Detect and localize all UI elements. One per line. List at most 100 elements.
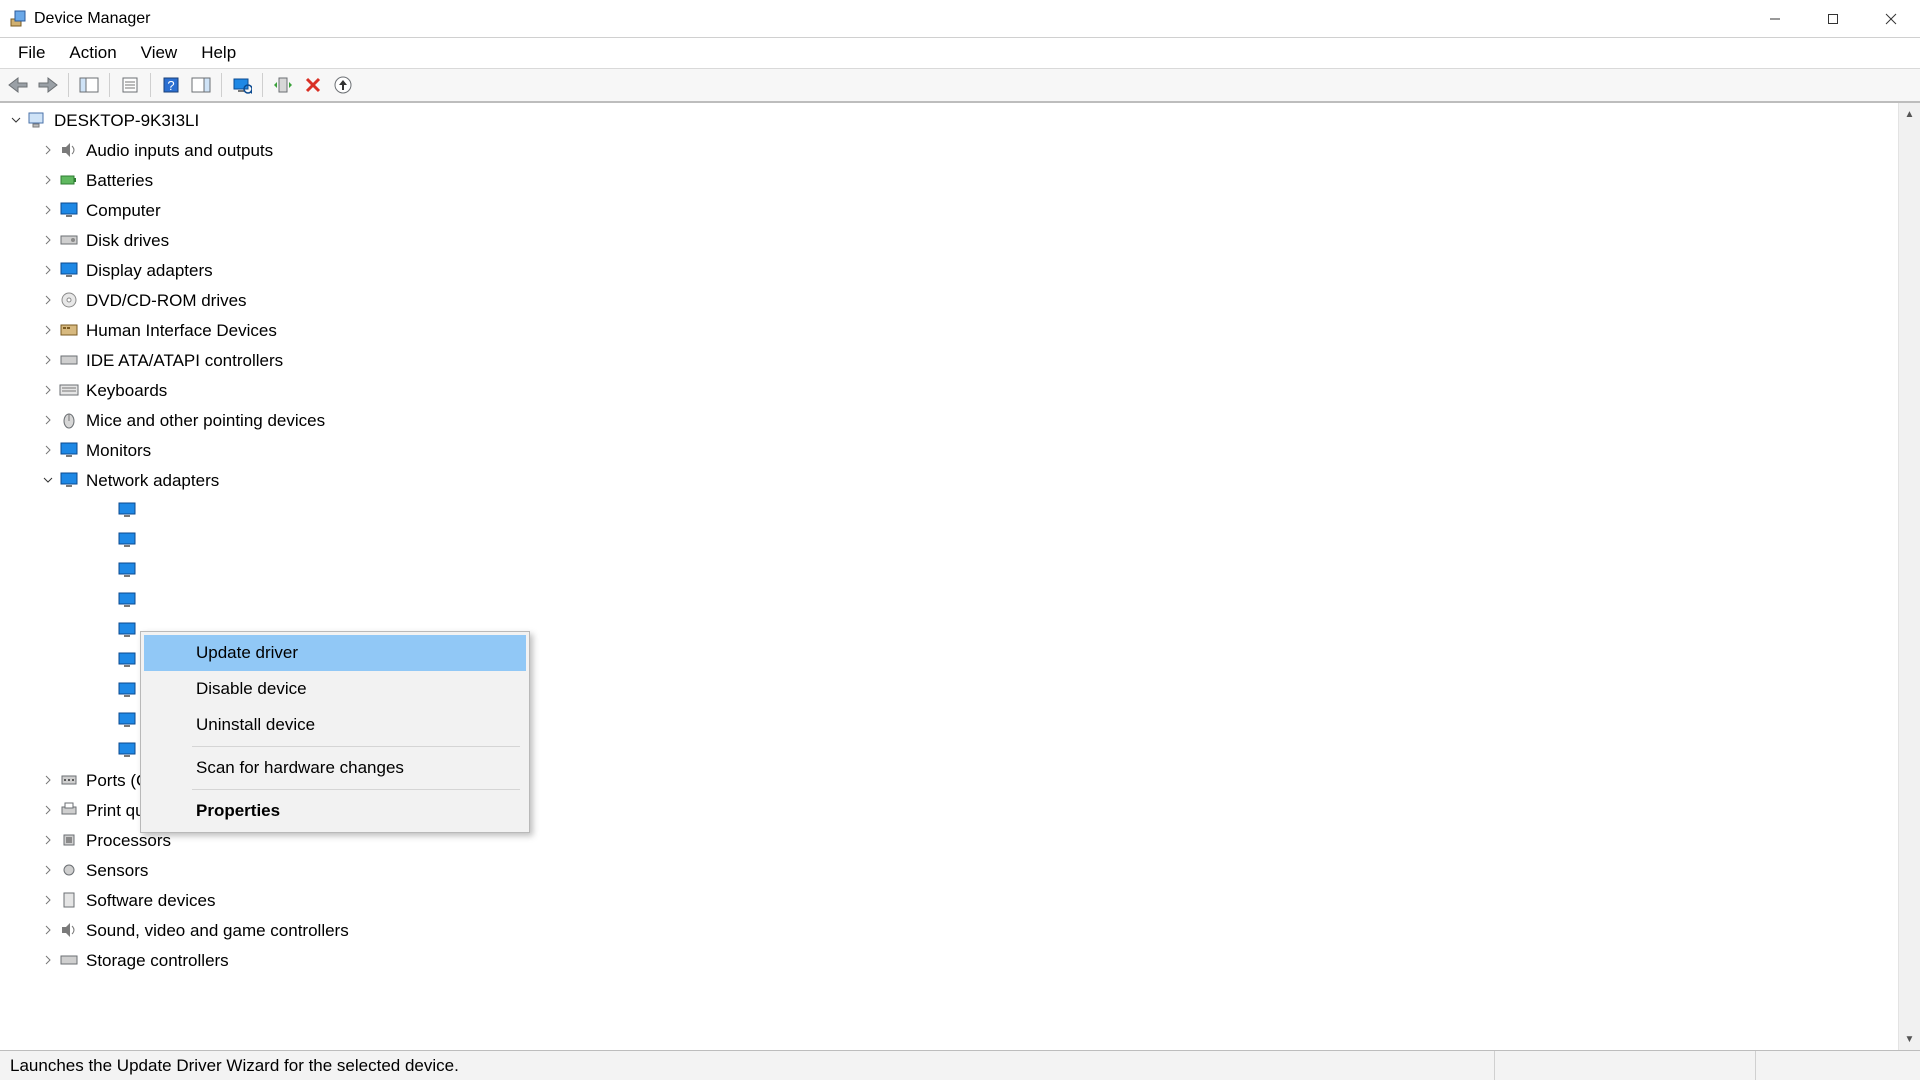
help-button[interactable]: ? bbox=[157, 71, 185, 99]
forward-button[interactable] bbox=[34, 71, 62, 99]
device-tree[interactable]: DESKTOP-9K3I3LI Audio inputs and outputs… bbox=[0, 103, 1898, 1050]
tree-item-monitors[interactable]: Monitors bbox=[0, 435, 1898, 465]
chevron-down-icon[interactable] bbox=[8, 112, 24, 128]
network-adapter-icon bbox=[116, 710, 138, 730]
context-menu-scan-hardware[interactable]: Scan for hardware changes bbox=[144, 750, 526, 786]
chevron-right-icon[interactable] bbox=[40, 352, 56, 368]
software-icon bbox=[58, 890, 80, 910]
close-button[interactable] bbox=[1862, 0, 1920, 37]
chevron-right-icon[interactable] bbox=[40, 262, 56, 278]
chevron-right-icon[interactable] bbox=[40, 292, 56, 308]
context-menu-disable-device[interactable]: Disable device bbox=[144, 671, 526, 707]
window-controls bbox=[1746, 0, 1920, 37]
uninstall-device-button[interactable] bbox=[299, 71, 327, 99]
tree-item-device[interactable] bbox=[0, 555, 1898, 585]
monitor-icon bbox=[58, 440, 80, 460]
scroll-down-icon[interactable]: ▼ bbox=[1899, 1028, 1920, 1050]
tree-item-sound[interactable]: Sound, video and game controllers bbox=[0, 915, 1898, 945]
network-adapter-icon bbox=[116, 590, 138, 610]
tree-item-label: Processors bbox=[86, 832, 171, 849]
tree-item-device[interactable] bbox=[0, 495, 1898, 525]
tree-item-mice[interactable]: Mice and other pointing devices bbox=[0, 405, 1898, 435]
network-adapter-icon bbox=[116, 530, 138, 550]
disc-icon bbox=[58, 290, 80, 310]
chevron-right-icon[interactable] bbox=[40, 922, 56, 938]
context-menu-item-label: Uninstall device bbox=[196, 715, 315, 735]
tree-item-label: Display adapters bbox=[86, 262, 213, 279]
tree-item-dvd[interactable]: DVD/CD-ROM drives bbox=[0, 285, 1898, 315]
chevron-right-icon[interactable] bbox=[40, 382, 56, 398]
context-menu-item-label: Scan for hardware changes bbox=[196, 758, 404, 778]
storage-icon bbox=[58, 950, 80, 970]
update-driver-button[interactable] bbox=[329, 71, 357, 99]
network-adapter-icon bbox=[116, 560, 138, 580]
app-icon bbox=[8, 9, 28, 29]
chevron-right-icon[interactable] bbox=[40, 862, 56, 878]
tree-item-label: Human Interface Devices bbox=[86, 322, 277, 339]
menu-action[interactable]: Action bbox=[57, 41, 128, 65]
tree-item-disk[interactable]: Disk drives bbox=[0, 225, 1898, 255]
tree-item-keyboards[interactable]: Keyboards bbox=[0, 375, 1898, 405]
tree-item-label: Audio inputs and outputs bbox=[86, 142, 273, 159]
enable-device-button[interactable] bbox=[269, 71, 297, 99]
svg-text:?: ? bbox=[167, 78, 174, 93]
tree-item-storage[interactable]: Storage controllers bbox=[0, 945, 1898, 975]
maximize-button[interactable] bbox=[1804, 0, 1862, 37]
context-menu: Update driver Disable device Uninstall d… bbox=[140, 631, 530, 833]
tree-item-batteries[interactable]: Batteries bbox=[0, 165, 1898, 195]
tree-item-device[interactable] bbox=[0, 585, 1898, 615]
tree-item-hid[interactable]: Human Interface Devices bbox=[0, 315, 1898, 345]
chevron-right-icon[interactable] bbox=[40, 412, 56, 428]
tree-item-audio[interactable]: Audio inputs and outputs bbox=[0, 135, 1898, 165]
chevron-right-icon[interactable] bbox=[40, 142, 56, 158]
tree-root[interactable]: DESKTOP-9K3I3LI bbox=[0, 105, 1898, 135]
chevron-right-icon[interactable] bbox=[40, 952, 56, 968]
tree-item-label: DVD/CD-ROM drives bbox=[86, 292, 247, 309]
chevron-down-icon[interactable] bbox=[40, 472, 56, 488]
scan-hardware-button[interactable] bbox=[228, 71, 256, 99]
action-pane-button[interactable] bbox=[187, 71, 215, 99]
show-hide-tree-button[interactable] bbox=[75, 71, 103, 99]
minimize-button[interactable] bbox=[1746, 0, 1804, 37]
chevron-right-icon[interactable] bbox=[40, 172, 56, 188]
menu-view[interactable]: View bbox=[129, 41, 190, 65]
tree-item-label: Network adapters bbox=[86, 472, 219, 489]
context-menu-uninstall-device[interactable]: Uninstall device bbox=[144, 707, 526, 743]
chevron-right-icon[interactable] bbox=[40, 802, 56, 818]
chevron-right-icon[interactable] bbox=[40, 202, 56, 218]
tree-item-network[interactable]: Network adapters bbox=[0, 465, 1898, 495]
tree-item-device[interactable] bbox=[0, 525, 1898, 555]
tree-item-label: Software devices bbox=[86, 892, 215, 909]
menu-file[interactable]: File bbox=[6, 41, 57, 65]
tree-item-label: Storage controllers bbox=[86, 952, 229, 969]
chevron-right-icon[interactable] bbox=[40, 232, 56, 248]
chevron-right-icon[interactable] bbox=[40, 442, 56, 458]
tree-item-label: Disk drives bbox=[86, 232, 169, 249]
printer-icon bbox=[58, 800, 80, 820]
context-menu-properties[interactable]: Properties bbox=[144, 793, 526, 829]
tree-item-software[interactable]: Software devices bbox=[0, 885, 1898, 915]
chevron-right-icon[interactable] bbox=[40, 832, 56, 848]
context-menu-item-label: Update driver bbox=[196, 643, 298, 663]
tree-item-ide[interactable]: IDE ATA/ATAPI controllers bbox=[0, 345, 1898, 375]
menu-help[interactable]: Help bbox=[189, 41, 248, 65]
network-adapter-icon bbox=[116, 500, 138, 520]
context-menu-update-driver[interactable]: Update driver bbox=[144, 635, 526, 671]
tree-item-computer[interactable]: Computer bbox=[0, 195, 1898, 225]
statusbar: Launches the Update Driver Wizard for th… bbox=[0, 1050, 1920, 1080]
properties-button[interactable] bbox=[116, 71, 144, 99]
chevron-right-icon[interactable] bbox=[40, 772, 56, 788]
tree-area: DESKTOP-9K3I3LI Audio inputs and outputs… bbox=[0, 102, 1920, 1050]
scroll-up-icon[interactable]: ▲ bbox=[1899, 103, 1920, 125]
chevron-right-icon[interactable] bbox=[40, 892, 56, 908]
tree-item-label: Monitors bbox=[86, 442, 151, 459]
chevron-right-icon[interactable] bbox=[40, 322, 56, 338]
window-title: Device Manager bbox=[34, 10, 151, 28]
mouse-icon bbox=[58, 410, 80, 430]
tree-item-display[interactable]: Display adapters bbox=[0, 255, 1898, 285]
battery-icon bbox=[58, 170, 80, 190]
vertical-scrollbar[interactable]: ▲ ▼ bbox=[1898, 103, 1920, 1050]
tree-item-sensors[interactable]: Sensors bbox=[0, 855, 1898, 885]
back-button[interactable] bbox=[4, 71, 32, 99]
computer-icon bbox=[26, 110, 48, 130]
